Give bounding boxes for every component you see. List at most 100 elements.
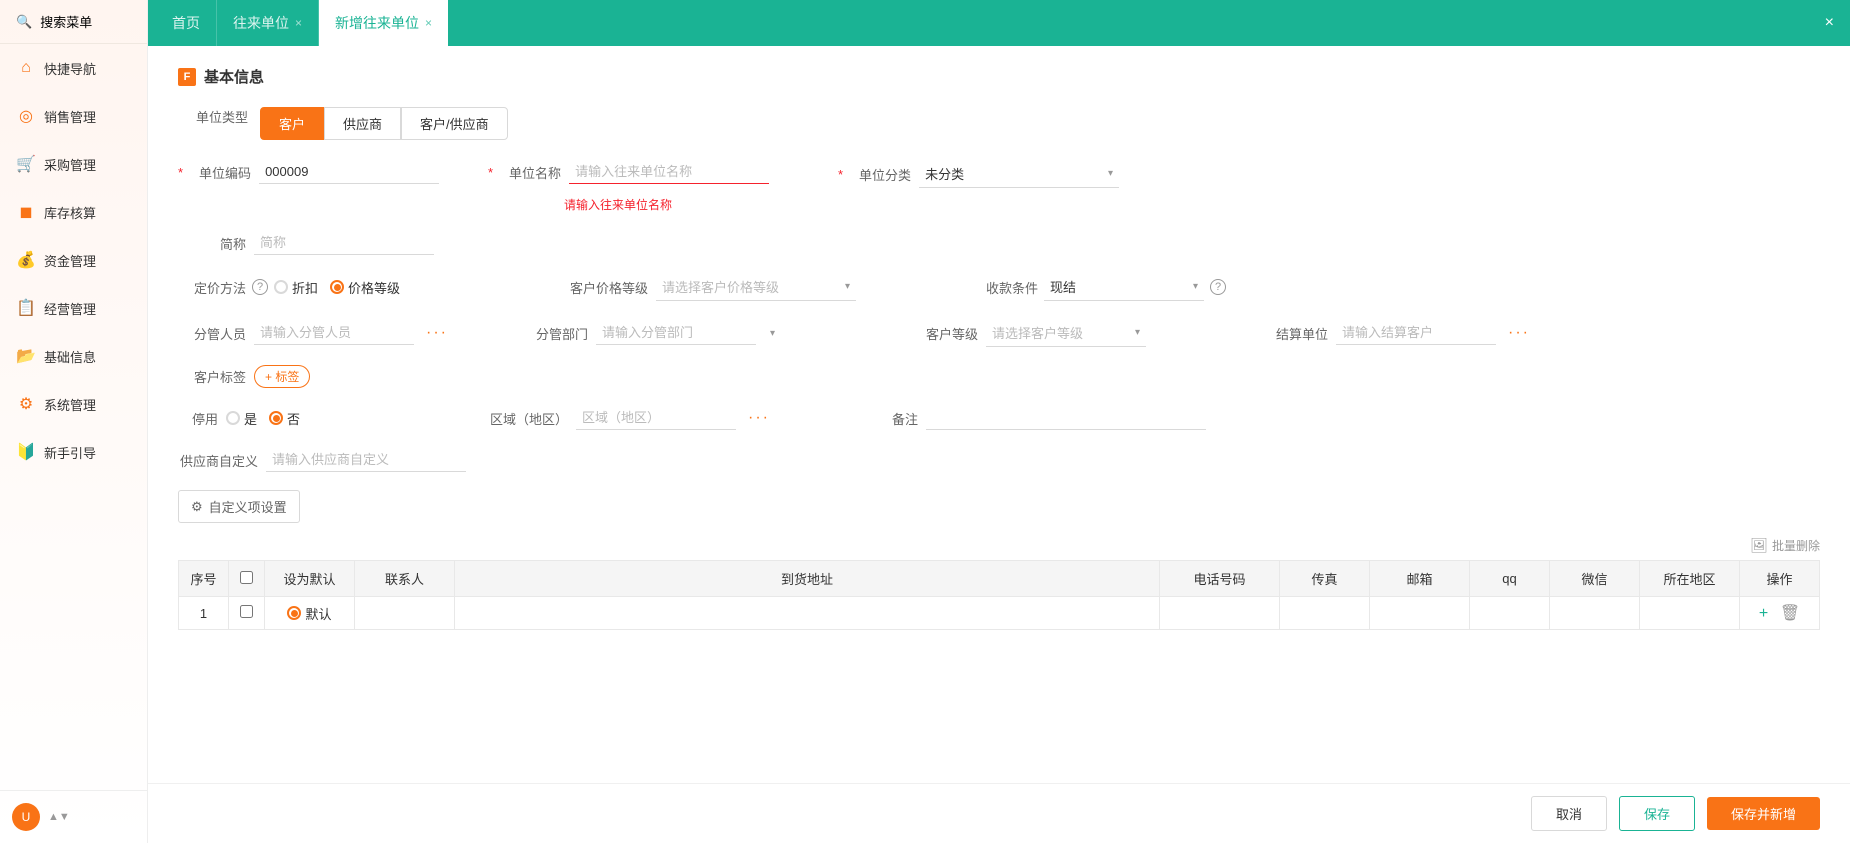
close-all-button[interactable]: × — [1817, 10, 1842, 36]
cancel-button[interactable]: 取消 — [1531, 796, 1607, 831]
tab-home[interactable]: 首页 — [156, 0, 217, 46]
unit-name-label: 单位名称 — [501, 163, 561, 182]
sales-icon: ◎ — [16, 106, 36, 126]
tab-partner[interactable]: 往来单位 × — [217, 0, 319, 46]
tab-partner-close[interactable]: × — [295, 16, 302, 30]
cell-seq: 1 — [179, 597, 229, 630]
contact-input[interactable] — [365, 606, 444, 621]
col-default: 设为默认 — [265, 561, 355, 597]
unit-name-input[interactable] — [569, 160, 769, 184]
sidebar-item-basic[interactable]: 📂 基础信息 — [0, 332, 147, 380]
cell-default[interactable]: 默认 — [265, 597, 355, 630]
tab-bar: 首页 往来单位 × 新增往来单位 × × — [148, 0, 1850, 46]
unit-name-required-star: * — [488, 165, 493, 180]
sidebar-item-guide[interactable]: 🔰 新手引导 — [0, 428, 147, 476]
payment-terms-help-icon[interactable]: ? — [1210, 279, 1226, 295]
region-input[interactable] — [576, 406, 736, 430]
remark-input[interactable] — [926, 406, 1206, 430]
default-radio-circle — [287, 606, 301, 620]
sidebar-item-operations[interactable]: 📋 经营管理 — [0, 284, 147, 332]
disabled-radio-group: 是 否 — [226, 409, 300, 428]
save-new-button[interactable]: 保存并新增 — [1707, 797, 1820, 830]
manager-input[interactable] — [254, 321, 414, 345]
disabled-group: 停用 是 否 — [178, 409, 458, 428]
contacts-table: 序号 设为默认 联系人 到货地址 电话号码 传真 邮箱 qq 微信 所在地区 操… — [178, 560, 1820, 630]
system-icon: ⚙ — [16, 394, 36, 414]
fax-input[interactable] — [1290, 606, 1359, 621]
sidebar-item-sales[interactable]: ◎ 销售管理 — [0, 92, 147, 140]
unit-code-label: 单位编码 — [191, 163, 251, 182]
cell-contact[interactable] — [355, 597, 455, 630]
supplier-custom-input[interactable] — [266, 448, 466, 472]
default-radio[interactable]: 默认 — [275, 604, 344, 623]
cell-email[interactable] — [1370, 597, 1470, 630]
select-all-checkbox[interactable] — [240, 571, 253, 584]
operations-icon: 📋 — [16, 298, 36, 318]
settlement-unit-label: 结算单位 — [1268, 324, 1328, 343]
unit-code-required-star: * — [178, 165, 183, 180]
sidebar-item-finance[interactable]: 💰 资金管理 — [0, 236, 147, 284]
sidebar-item-system[interactable]: ⚙ 系统管理 — [0, 380, 147, 428]
remark-label: 备注 — [878, 409, 918, 428]
col-seq: 序号 — [179, 561, 229, 597]
sidebar-item-label: 销售管理 — [44, 107, 96, 126]
department-select[interactable]: ▾ — [764, 324, 924, 343]
type-btn-customer[interactable]: 客户 — [260, 107, 324, 140]
cell-checkbox[interactable] — [229, 597, 265, 630]
radio-disabled-no[interactable]: 否 — [269, 409, 300, 428]
type-btn-supplier[interactable]: 供应商 — [324, 107, 401, 140]
sidebar-search[interactable]: 🔍 搜索菜单 — [0, 0, 147, 44]
tab-new-partner-close[interactable]: × — [425, 16, 432, 30]
payment-terms-select[interactable]: 现结 ▾ — [1044, 273, 1204, 301]
type-btn-both[interactable]: 客户/供应商 — [401, 107, 508, 140]
pricing-help-icon[interactable]: ? — [252, 279, 268, 295]
radio-price-level[interactable]: 价格等级 — [330, 278, 400, 297]
department-group: 分管部门 ▾ — [528, 321, 888, 345]
sidebar-item-purchase[interactable]: 🛒 采购管理 — [0, 140, 147, 188]
unit-category-select[interactable]: 未分类 ▾ — [919, 160, 1119, 188]
row-add-button[interactable]: + — [1755, 603, 1772, 624]
sidebar-search-label: 搜索菜单 — [40, 12, 92, 31]
address-input[interactable] — [465, 606, 1149, 621]
cell-qq[interactable] — [1470, 597, 1550, 630]
tab-new-partner[interactable]: 新增往来单位 × — [319, 0, 448, 46]
unit-code-input[interactable] — [259, 160, 439, 184]
department-input[interactable] — [596, 321, 756, 345]
region-more-button[interactable]: ··· — [744, 409, 774, 427]
row-checkbox[interactable] — [240, 605, 253, 618]
customer-price-level-select[interactable]: 请选择客户价格等级 ▾ — [656, 273, 856, 301]
gear-icon: ⚙ — [191, 499, 203, 515]
email-input[interactable] — [1380, 606, 1459, 621]
custom-settings-button[interactable]: ⚙ 自定义项设置 — [178, 490, 300, 523]
radio-discount[interactable]: 折扣 — [274, 278, 318, 297]
manager-more-button[interactable]: ··· — [422, 324, 452, 342]
chevron-down-icon2: ▾ — [845, 281, 850, 292]
sidebar-item-quick-nav[interactable]: ⌂ 快捷导航 — [0, 44, 147, 92]
save-button[interactable]: 保存 — [1619, 796, 1695, 831]
chevron-down-icon4: ▾ — [770, 328, 775, 339]
customer-tag-group: 客户标签 + 标签 — [178, 365, 1820, 388]
row-unit-info: * 单位编码 * 单位名称 请输入往来单位名称 * 单位分类 未分类 — [178, 160, 1820, 213]
cell-phone[interactable] — [1160, 597, 1280, 630]
qq-input[interactable] — [1480, 606, 1539, 621]
radio-disabled-yes[interactable]: 是 — [226, 409, 257, 428]
short-name-label: 简称 — [178, 234, 246, 253]
settlement-unit-input[interactable] — [1336, 321, 1496, 345]
short-name-input[interactable] — [254, 231, 434, 255]
cell-region[interactable] — [1640, 597, 1740, 630]
region-cell-input[interactable] — [1650, 606, 1729, 621]
col-checkbox[interactable] — [229, 561, 265, 597]
add-tag-button[interactable]: + 标签 — [254, 365, 310, 388]
phone-input[interactable] — [1170, 606, 1269, 621]
cell-actions: + 🗑 — [1740, 597, 1820, 630]
settlement-unit-more-button[interactable]: ··· — [1504, 324, 1534, 342]
sidebar-item-inventory[interactable]: ◼ 库存核算 — [0, 188, 147, 236]
cell-address[interactable] — [455, 597, 1160, 630]
customer-level-select[interactable]: 请选择客户等级 ▾ — [986, 319, 1146, 347]
cell-fax[interactable] — [1280, 597, 1370, 630]
wechat-input[interactable] — [1560, 606, 1629, 621]
row-short-name: 简称 — [178, 231, 1820, 255]
cell-wechat[interactable] — [1550, 597, 1640, 630]
batch-delete-label[interactable]: 批量删除 — [1772, 537, 1820, 554]
row-delete-button[interactable]: 🗑 — [1776, 603, 1804, 624]
